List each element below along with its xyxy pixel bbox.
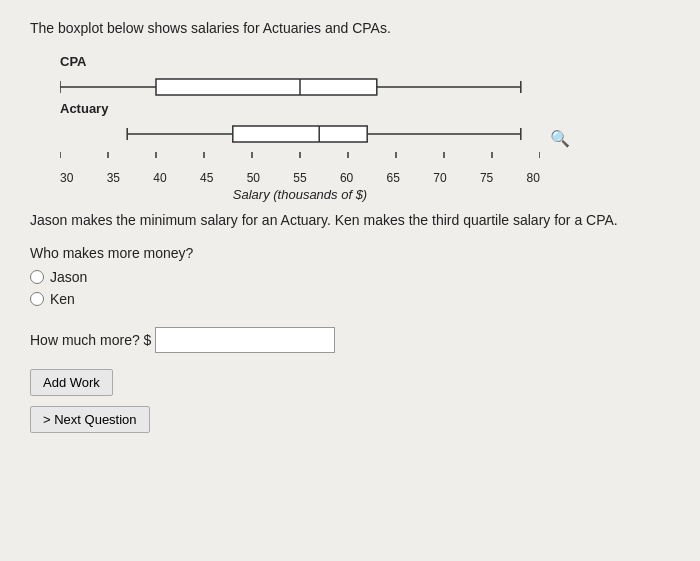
actuary-boxplot-container: 🔍 — [60, 120, 540, 148]
jason-label: Jason — [50, 269, 87, 285]
add-work-button[interactable]: Add Work — [30, 369, 113, 396]
how-much-row: How much more? $ — [30, 327, 670, 353]
actuary-label: Actuary — [60, 101, 670, 116]
actuary-boxplot — [60, 120, 540, 148]
next-question-button[interactable]: > Next Question — [30, 406, 150, 433]
ken-label: Ken — [50, 291, 75, 307]
search-icon[interactable]: 🔍 — [550, 129, 570, 148]
intro-text: The boxplot below shows salaries for Act… — [30, 20, 670, 36]
x-axis-ticks — [60, 152, 540, 166]
chart-area: CPA Actuary — [30, 54, 670, 202]
statement-text: Jason makes the minimum salary for an Ac… — [30, 210, 670, 231]
cpa-boxplot — [60, 73, 540, 101]
cpa-boxplot-container — [60, 73, 540, 101]
jason-radio[interactable] — [30, 270, 44, 284]
ken-radio-item: Ken — [30, 291, 670, 307]
how-much-input[interactable] — [155, 327, 335, 353]
svg-rect-2 — [156, 79, 377, 95]
radio-group: Jason Ken — [30, 269, 670, 307]
x-axis-title: Salary (thousands of $) — [60, 187, 540, 202]
svg-rect-8 — [233, 126, 367, 142]
x-axis-labels: 30 35 40 45 50 55 60 65 70 75 80 — [60, 171, 540, 185]
question1-label: Who makes more money? — [30, 245, 670, 261]
cpa-label: CPA — [60, 54, 670, 69]
ken-radio[interactable] — [30, 292, 44, 306]
how-much-label: How much more? $ — [30, 332, 151, 348]
jason-radio-item: Jason — [30, 269, 670, 285]
